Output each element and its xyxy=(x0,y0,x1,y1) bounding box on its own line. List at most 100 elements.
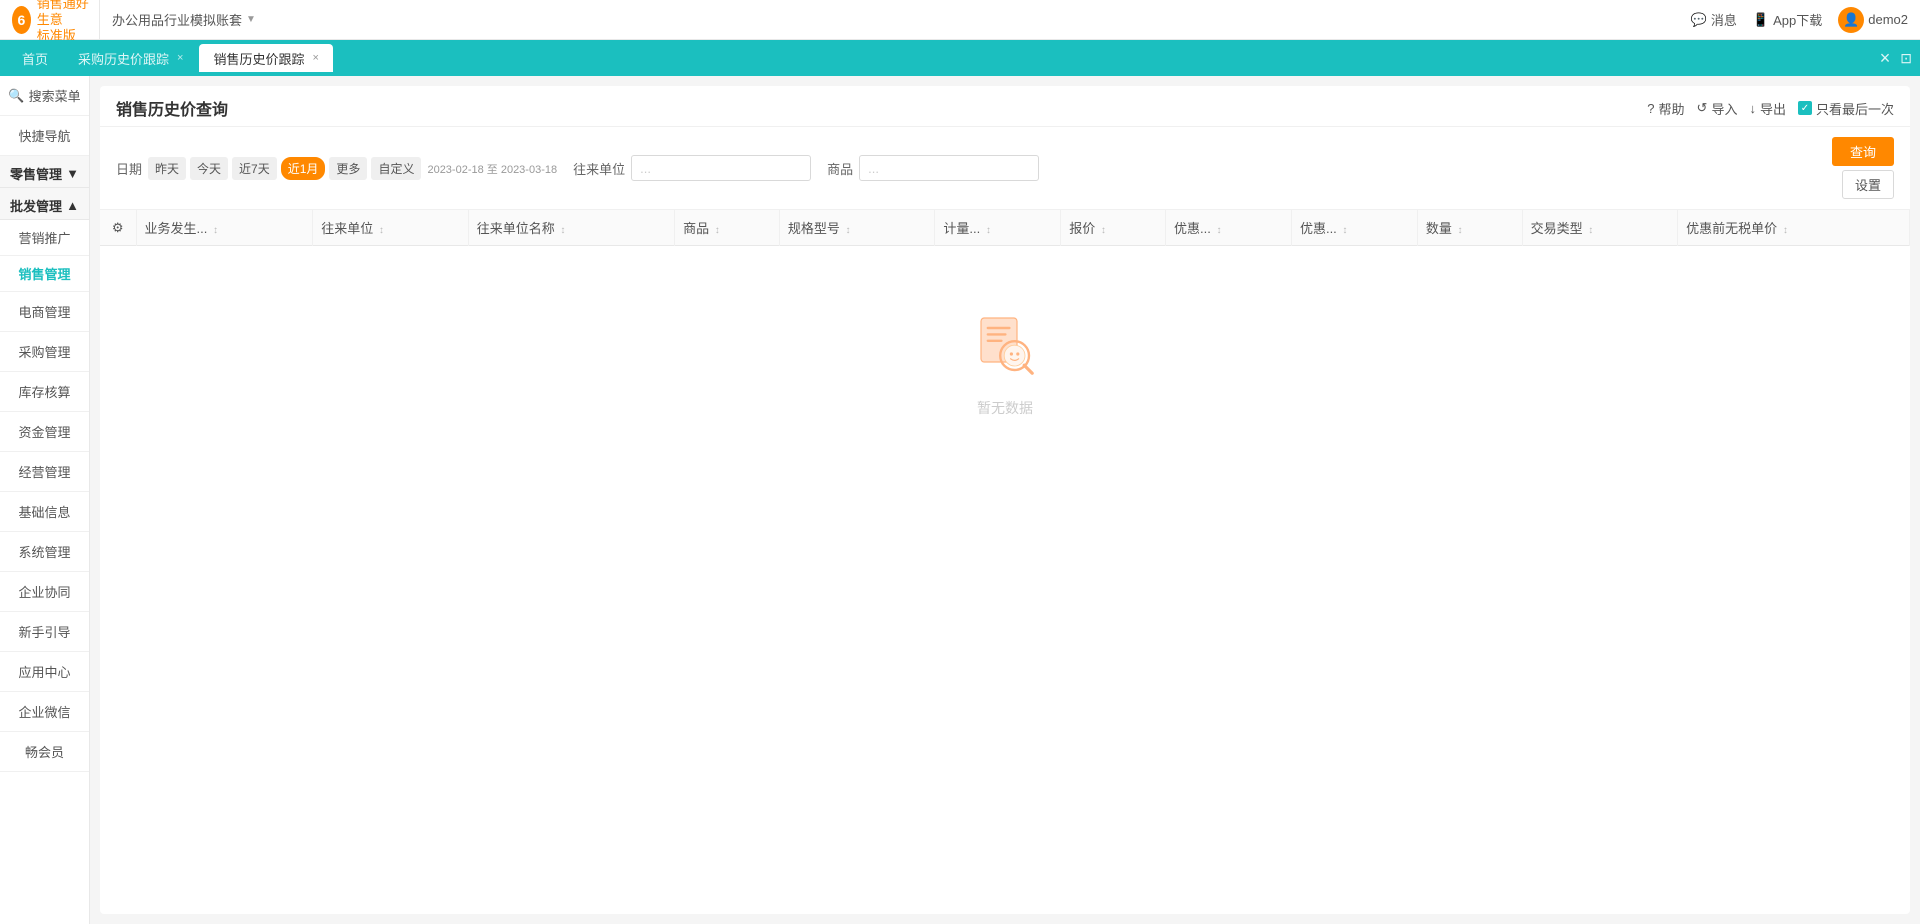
table-th-settings[interactable]: ⚙ xyxy=(100,210,136,246)
restore-window-icon[interactable]: ⊡ xyxy=(1900,50,1912,67)
partner-input[interactable]: ... xyxy=(631,155,811,181)
table-th-pre-tax-price[interactable]: 优惠前无税单价 ↕ xyxy=(1678,210,1910,246)
table-container: ⚙ 业务发生... ↕ 往来单位 ↕ 往来单位名称 xyxy=(100,210,1910,914)
sidebar-item-basic-info[interactable]: 基础信息 xyxy=(0,492,89,532)
product-filter-label: 商品 xyxy=(827,159,853,178)
app-logo-text: 销售通好生意 标准版 xyxy=(37,0,89,44)
tab-purchase-history[interactable]: 采购历史价跟踪 × xyxy=(64,44,197,72)
chevron-up-icon: ▲ xyxy=(66,198,79,213)
avatar-icon: 👤 xyxy=(1843,12,1859,28)
close-window-icon[interactable]: × xyxy=(1880,48,1891,69)
app-download-button[interactable]: 📱 App下载 xyxy=(1753,10,1822,29)
empty-icon xyxy=(965,306,1045,386)
settings-icon: ⚙ xyxy=(112,220,124,235)
user-profile-button[interactable]: 👤 demo2 xyxy=(1838,7,1908,33)
sidebar-item-new-user-guide[interactable]: 新手引导 xyxy=(0,612,89,652)
table-th-product[interactable]: 商品 ↕ xyxy=(675,210,780,246)
date-today-btn[interactable]: 今天 xyxy=(190,157,228,180)
filter-actions: 查询 设置 xyxy=(1832,137,1894,199)
sort-arrows-icon: ↕ xyxy=(1217,225,1222,236)
table-th-quoted-price[interactable]: 报价 ↕ xyxy=(1061,210,1166,246)
chevron-down-icon: ▼ xyxy=(246,14,256,25)
sidebar-item-retail-mgmt[interactable]: 零售管理 ▼ xyxy=(0,156,89,188)
import-button[interactable]: ↺ 导入 xyxy=(1697,99,1738,118)
table-th-partner-name[interactable]: 往来单位名称 ↕ xyxy=(468,210,674,246)
date-range-display: 2023-02-18 至 2023-03-18 xyxy=(427,161,557,177)
sort-arrows-icon: ↕ xyxy=(1342,225,1347,236)
export-button[interactable]: ↓ 导出 xyxy=(1749,99,1786,118)
sidebar-item-operations[interactable]: 经营管理 xyxy=(0,452,89,492)
table-header-row: ⚙ 业务发生... ↕ 往来单位 ↕ 往来单位名称 xyxy=(100,210,1910,246)
tab-sales-history[interactable]: 销售历史价跟踪 × xyxy=(199,44,332,72)
sidebar-item-purchase[interactable]: 采购管理 xyxy=(0,332,89,372)
date-custom-btn[interactable]: 自定义 xyxy=(371,157,421,180)
sidebar-item-app-center[interactable]: 应用中心 xyxy=(0,652,89,692)
table-th-discount2[interactable]: 优惠... ↕ xyxy=(1291,210,1417,246)
sort-arrows-icon: ↕ xyxy=(986,225,991,236)
sidebar-item-wholesale-mgmt[interactable]: 批发管理 ▲ xyxy=(0,188,89,220)
filter-bar: 日期 昨天 今天 近7天 近1月 更多 自定义 2023-02-18 至 202… xyxy=(100,127,1910,210)
date-yesterday-btn[interactable]: 昨天 xyxy=(148,157,186,180)
table-th-quantity[interactable]: 数量 ↕ xyxy=(1417,210,1522,246)
sort-arrows-icon: ↕ xyxy=(845,225,850,236)
page-header: 销售历史价查询 ? 帮助 ↺ 导入 ↓ 导出 ✓ xyxy=(100,86,1910,127)
tab-sales-history-close[interactable]: × xyxy=(312,52,318,64)
sidebar-item-system[interactable]: 系统管理 xyxy=(0,532,89,572)
page-card: 销售历史价查询 ? 帮助 ↺ 导入 ↓ 导出 ✓ xyxy=(100,86,1910,914)
table-th-biz-date[interactable]: 业务发生... ↕ xyxy=(136,210,313,246)
sidebar-item-quick-nav[interactable]: 快捷导航 xyxy=(0,116,89,156)
date-7days-btn[interactable]: 近7天 xyxy=(232,157,277,180)
partner-filter-label: 往来单位 xyxy=(573,159,625,178)
logo-area: 6 销售通好生意 标准版 xyxy=(12,0,100,44)
search-button[interactable]: 查询 xyxy=(1832,137,1894,166)
help-icon: ? xyxy=(1647,101,1654,116)
table-th-trade-type[interactable]: 交易类型 ↕ xyxy=(1522,210,1678,246)
table-th-spec[interactable]: 规格型号 ↕ xyxy=(779,210,935,246)
sidebar-item-member[interactable]: 畅会员 xyxy=(0,732,89,772)
sort-arrows-icon: ↕ xyxy=(1101,225,1106,236)
sidebar-item-enterprise-collab[interactable]: 企业协同 xyxy=(0,572,89,612)
help-button[interactable]: ? 帮助 xyxy=(1647,99,1684,118)
tab-purchase-history-close[interactable]: × xyxy=(177,52,183,64)
message-icon: 💬 xyxy=(1691,12,1707,28)
date-buttons: 昨天 今天 近7天 近1月 更多 自定义 xyxy=(148,157,421,180)
table-th-discount1[interactable]: 优惠... ↕ xyxy=(1166,210,1292,246)
sort-arrows-icon: ↕ xyxy=(379,225,384,236)
date-filter-label: 日期 xyxy=(116,159,142,178)
search-icon: 🔍 xyxy=(8,88,24,104)
messages-button[interactable]: 💬 消息 xyxy=(1691,10,1737,29)
product-input[interactable]: ... xyxy=(859,155,1039,181)
partner-input-placeholder: ... xyxy=(640,161,651,176)
sidebar-item-enterprise-wechat[interactable]: 企业微信 xyxy=(0,692,89,732)
sidebar-item-finance[interactable]: 资金管理 xyxy=(0,412,89,452)
page-header-actions: ? 帮助 ↺ 导入 ↓ 导出 ✓ 只看最后一次 xyxy=(1647,99,1894,118)
date-filter-group: 日期 昨天 今天 近7天 近1月 更多 自定义 2023-02-18 至 202… xyxy=(116,157,557,180)
only-last-checkbox[interactable]: ✓ 只看最后一次 xyxy=(1798,99,1894,118)
avatar: 👤 xyxy=(1838,7,1864,33)
sort-arrows-icon: ↕ xyxy=(213,225,218,236)
export-icon: ↓ xyxy=(1749,101,1756,116)
date-1month-btn[interactable]: 近1月 xyxy=(281,157,326,180)
sort-arrows-icon: ↕ xyxy=(1458,225,1463,236)
sidebar-item-marketing[interactable]: 营销推广 xyxy=(0,220,89,256)
empty-state: 暂无数据 xyxy=(100,246,1910,478)
empty-text: 暂无数据 xyxy=(977,398,1033,418)
sidebar-item-ecommerce[interactable]: 电商管理 xyxy=(0,292,89,332)
product-filter-group: 商品 ... xyxy=(827,155,1039,181)
sidebar-item-inventory[interactable]: 库存核算 xyxy=(0,372,89,412)
tab-bar-actions: × ⊡ xyxy=(1880,48,1912,69)
partner-filter-group: 往来单位 ... xyxy=(573,155,811,181)
main-layout: 🔍 搜索菜单 快捷导航 零售管理 ▼ 批发管理 ▲ 营销推广 销售管理 电商管理… xyxy=(0,76,1920,924)
tab-home[interactable]: 首页 xyxy=(8,44,62,72)
table-th-partner-code[interactable]: 往来单位 ↕ xyxy=(313,210,469,246)
tab-bar: 首页 采购历史价跟踪 × 销售历史价跟踪 × × ⊡ xyxy=(0,40,1920,76)
sidebar-item-sales-mgmt[interactable]: 销售管理 xyxy=(0,256,89,292)
workspace-selector[interactable]: 办公用品行业模拟账套 ▼ xyxy=(112,10,256,29)
date-more-btn[interactable]: 更多 xyxy=(329,157,367,180)
table-th-unit[interactable]: 计量... ↕ xyxy=(935,210,1061,246)
filter-settings-button[interactable]: 设置 xyxy=(1842,170,1894,199)
sort-arrows-icon: ↕ xyxy=(1588,225,1593,236)
chevron-down-icon: ▼ xyxy=(66,166,79,181)
sidebar-item-search-menu[interactable]: 🔍 搜索菜单 xyxy=(0,76,89,116)
top-bar: 6 销售通好生意 标准版 办公用品行业模拟账套 ▼ 💬 消息 📱 App下载 👤… xyxy=(0,0,1920,40)
